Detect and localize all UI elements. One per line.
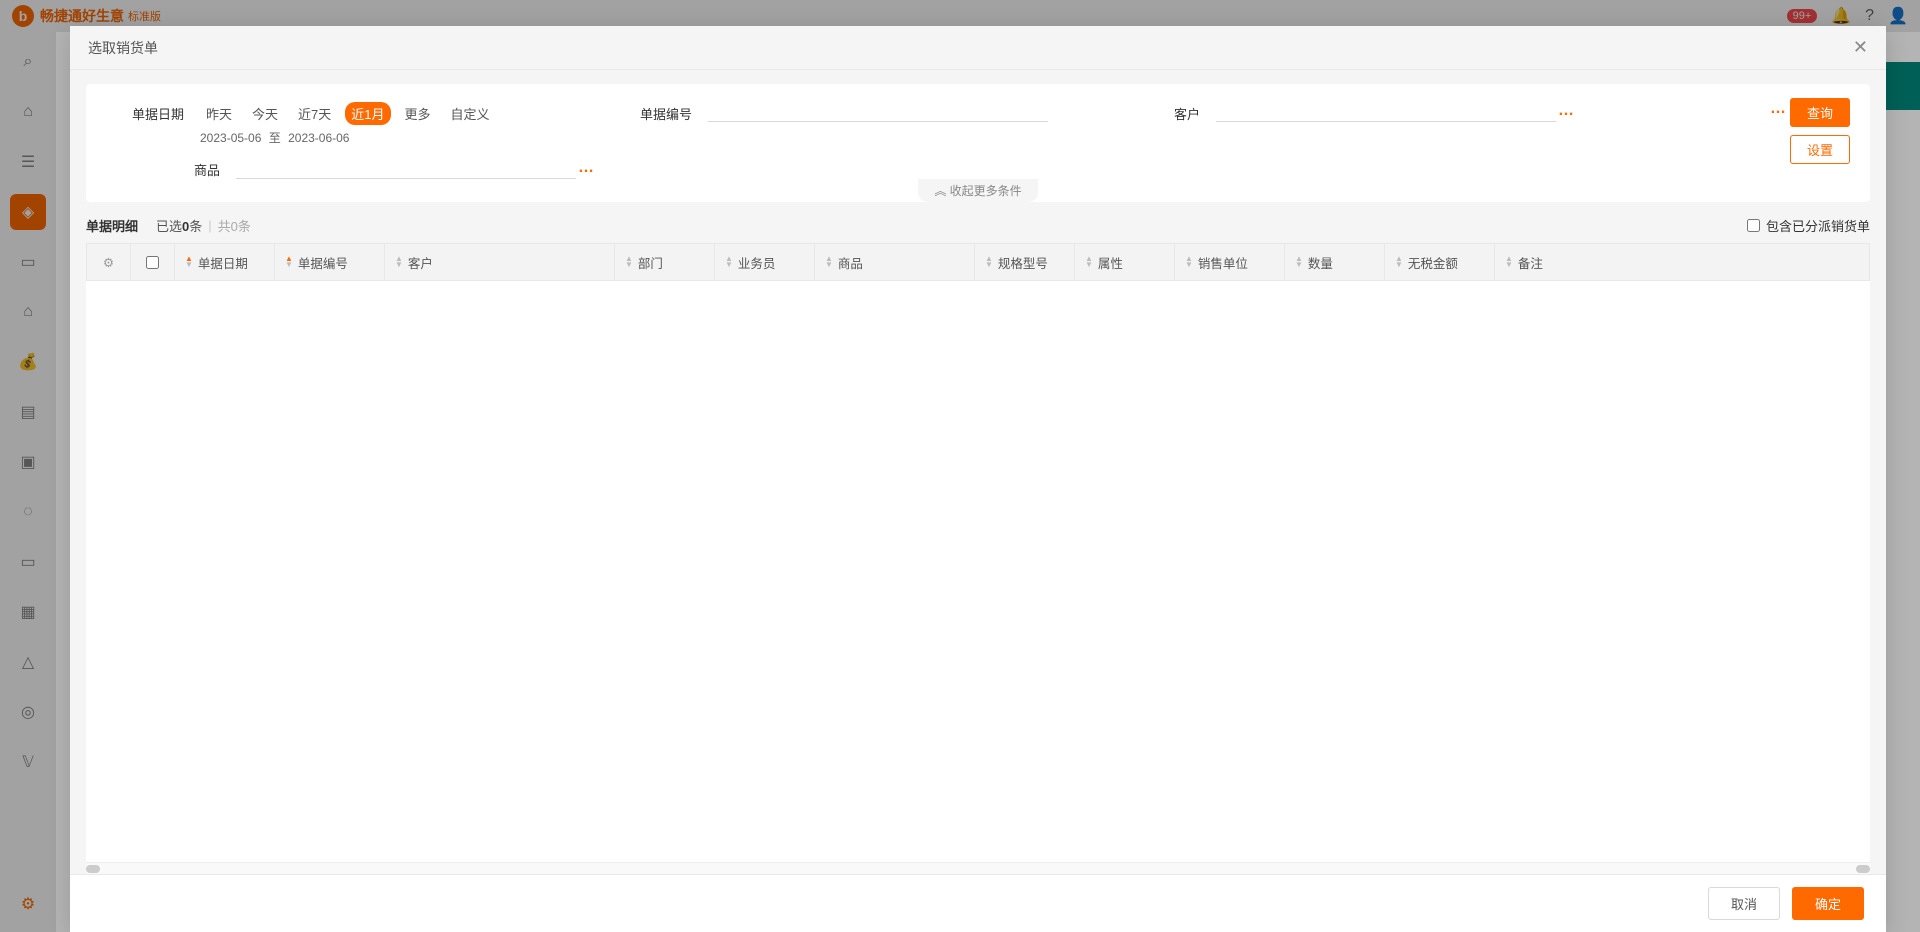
product-label: 商品 bbox=[114, 158, 220, 179]
date-range: 2023-05-06 至 2023-06-06 bbox=[200, 129, 496, 146]
th-docno[interactable]: ▲▼单据编号 bbox=[275, 244, 385, 280]
filter-docno-group: 单据编号 bbox=[622, 102, 1082, 123]
divider: | bbox=[208, 218, 211, 233]
confirm-button[interactable]: 确定 bbox=[1792, 887, 1864, 920]
modal-body: … 查询 设置 单据日期 昨天 今天 近7天 近1月 更多 自定义 bbox=[70, 70, 1886, 874]
customer-input[interactable] bbox=[1216, 102, 1556, 122]
settings-button[interactable]: 设置 bbox=[1790, 135, 1850, 164]
date-opt-last7[interactable]: 近7天 bbox=[292, 102, 337, 125]
detail-header: 单据明细 已选0条 | 共0条 包含已分派销货单 bbox=[86, 216, 1870, 235]
horizontal-scrollbar[interactable] bbox=[86, 862, 1870, 874]
th-remark[interactable]: ▲▼备注 bbox=[1495, 244, 1869, 280]
date-end[interactable]: 2023-06-06 bbox=[288, 131, 349, 145]
table-header-row: ⚙ ▲▼单据日期 ▲▼单据编号 ▲▼客户 ▲▼部门 ▲▼业务员 ▲▼商品 ▲▼规… bbox=[86, 243, 1870, 281]
filter-customer-group: 客户 … bbox=[1130, 102, 1590, 123]
include-dispatched-checkbox[interactable] bbox=[1747, 219, 1760, 232]
query-button[interactable]: 查询 bbox=[1790, 98, 1850, 127]
th-customer[interactable]: ▲▼客户 bbox=[385, 244, 615, 280]
filter-side-buttons: 查询 设置 bbox=[1790, 98, 1850, 164]
gear-icon: ⚙ bbox=[103, 255, 114, 270]
customer-picker-icon[interactable]: … bbox=[1558, 102, 1574, 120]
date-start[interactable]: 2023-05-06 bbox=[200, 131, 261, 145]
select-sales-order-modal: 选取销货单 ✕ … 查询 设置 单据日期 昨天 今天 近7天 近1月 bbox=[70, 26, 1886, 932]
filter-row-2: 商品 … bbox=[114, 158, 1842, 179]
modal-header: 选取销货单 ✕ bbox=[70, 26, 1886, 70]
filter-date-group: 单据日期 昨天 今天 近7天 近1月 更多 自定义 2023-05-06 至 bbox=[114, 102, 574, 146]
modal-title: 选取销货单 bbox=[88, 38, 158, 58]
th-unit[interactable]: ▲▼销售单位 bbox=[1175, 244, 1285, 280]
date-opt-last1m[interactable]: 近1月 bbox=[345, 102, 390, 125]
docno-input[interactable] bbox=[708, 102, 1048, 122]
date-label: 单据日期 bbox=[114, 102, 184, 123]
th-dept[interactable]: ▲▼部门 bbox=[615, 244, 715, 280]
total-count: 共0条 bbox=[218, 216, 251, 235]
product-picker-icon[interactable]: … bbox=[578, 159, 594, 177]
cancel-button[interactable]: 取消 bbox=[1708, 887, 1780, 920]
scroll-right-icon[interactable] bbox=[1856, 865, 1870, 873]
close-icon[interactable]: ✕ bbox=[1853, 37, 1868, 58]
date-to-sep: 至 bbox=[269, 131, 281, 145]
th-amount[interactable]: ▲▼无税金额 bbox=[1385, 244, 1495, 280]
th-gear[interactable]: ⚙ bbox=[87, 244, 131, 280]
th-product[interactable]: ▲▼商品 bbox=[815, 244, 975, 280]
include-dispatched-label: 包含已分派销货单 bbox=[1766, 216, 1870, 235]
date-opt-custom[interactable]: 自定义 bbox=[445, 102, 496, 125]
date-opt-today[interactable]: 今天 bbox=[246, 102, 284, 125]
customer-label: 客户 bbox=[1130, 102, 1200, 123]
detail-title: 单据明细 bbox=[86, 216, 138, 235]
filter-card: … 查询 设置 单据日期 昨天 今天 近7天 近1月 更多 自定义 bbox=[86, 84, 1870, 202]
th-spec[interactable]: ▲▼规格型号 bbox=[975, 244, 1075, 280]
th-date[interactable]: ▲▼单据日期 bbox=[175, 244, 275, 280]
include-dispatched-wrap[interactable]: 包含已分派销货单 bbox=[1747, 216, 1870, 235]
filter-row-1: 单据日期 昨天 今天 近7天 近1月 更多 自定义 2023-05-06 至 bbox=[114, 102, 1842, 146]
product-input[interactable] bbox=[236, 159, 576, 179]
date-opt-more[interactable]: 更多 bbox=[399, 102, 437, 125]
th-sales[interactable]: ▲▼业务员 bbox=[715, 244, 815, 280]
selected-count: 已选0条 bbox=[156, 216, 202, 235]
scroll-left-icon[interactable] bbox=[86, 865, 100, 873]
th-qty[interactable]: ▲▼数量 bbox=[1285, 244, 1385, 280]
docno-label: 单据编号 bbox=[622, 102, 692, 123]
date-opt-yesterday[interactable]: 昨天 bbox=[200, 102, 238, 125]
collapse-filters-button[interactable]: 收起更多条件 bbox=[918, 179, 1038, 202]
select-all-checkbox[interactable] bbox=[146, 256, 159, 269]
th-checkbox[interactable] bbox=[131, 244, 175, 280]
filter-more-icon[interactable]: … bbox=[1770, 100, 1786, 118]
table-wrap: ⚙ ▲▼单据日期 ▲▼单据编号 ▲▼客户 ▲▼部门 ▲▼业务员 ▲▼商品 ▲▼规… bbox=[86, 243, 1870, 862]
th-attr[interactable]: ▲▼属性 bbox=[1075, 244, 1175, 280]
modal-footer: 取消 确定 bbox=[70, 874, 1886, 932]
date-quick-options: 昨天 今天 近7天 近1月 更多 自定义 bbox=[200, 102, 496, 125]
